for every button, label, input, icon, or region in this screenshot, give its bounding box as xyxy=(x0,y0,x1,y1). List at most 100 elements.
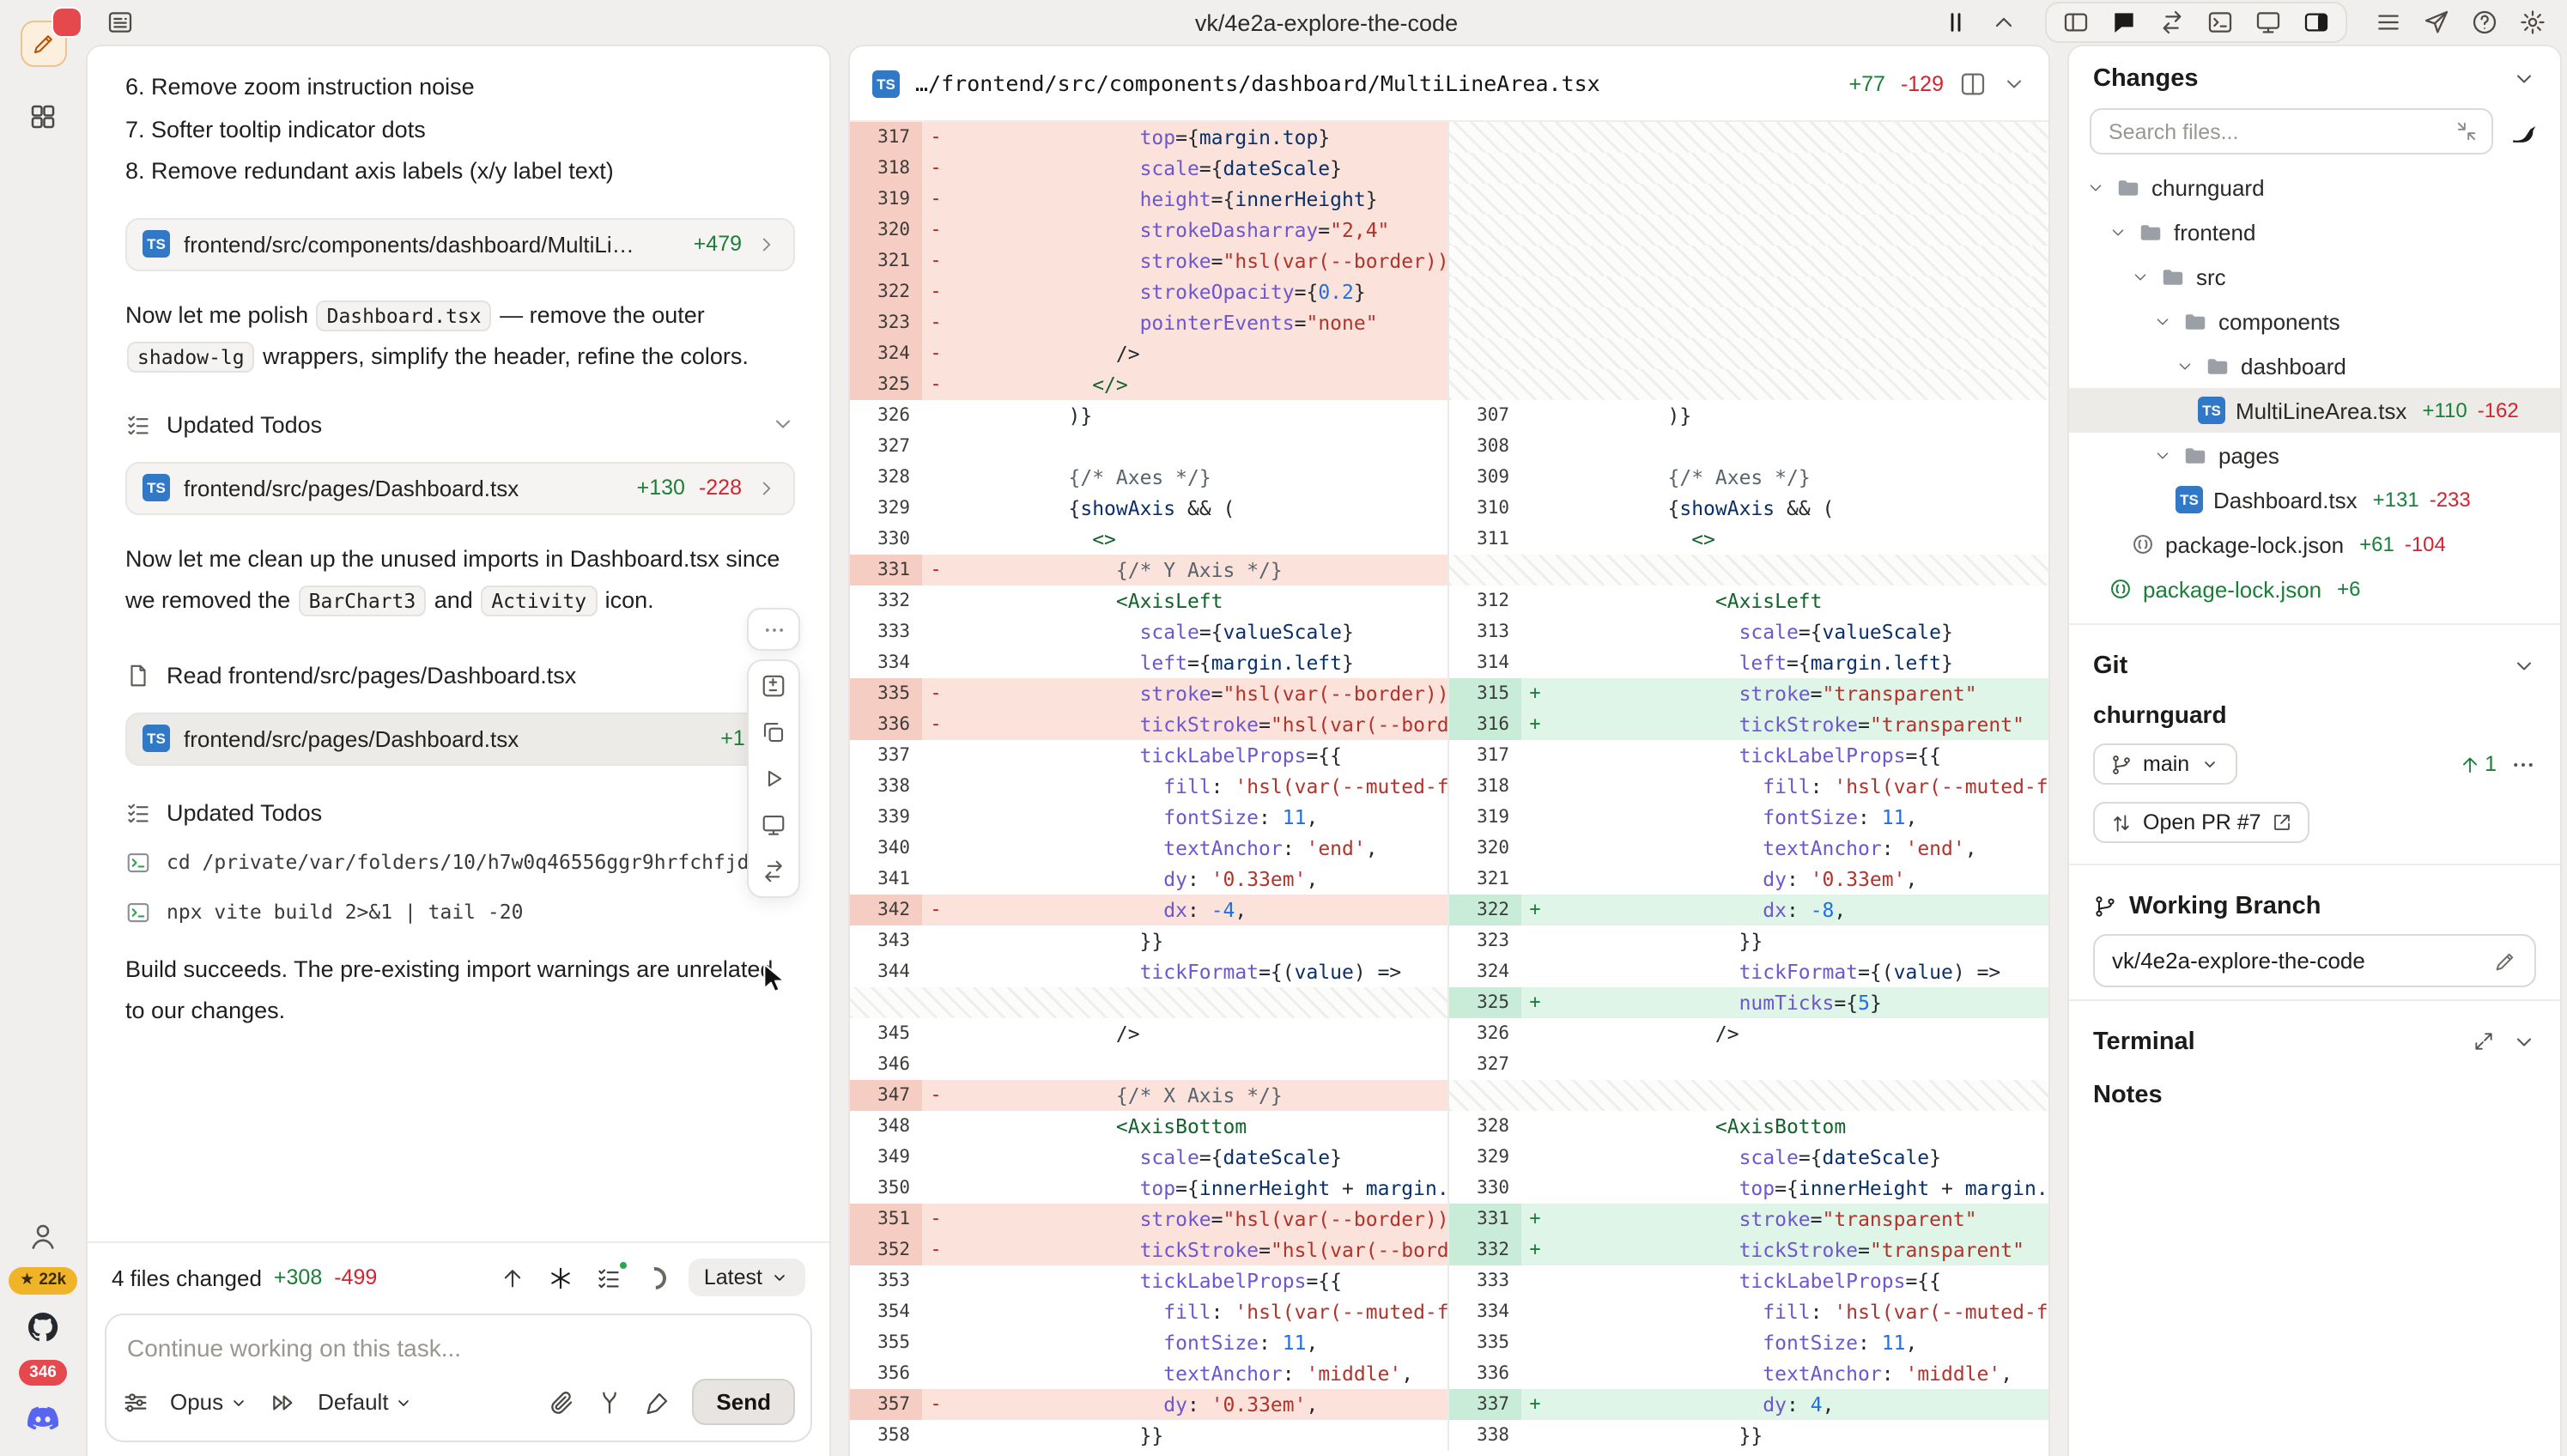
bird-icon[interactable] xyxy=(2509,116,2540,147)
diff-marker xyxy=(1521,1358,1549,1389)
app-tab-sketch[interactable] xyxy=(20,21,66,67)
panel-right-icon[interactable] xyxy=(2303,9,2330,36)
tree-item-dashboard-tsx[interactable]: TSDashboard.tsx+131-233 xyxy=(2069,477,2560,522)
todos-status-button[interactable] xyxy=(596,1265,622,1290)
more-actions-button[interactable] xyxy=(747,608,800,651)
diff-marker xyxy=(922,1358,950,1389)
updated-todos-row[interactable]: Updated Todos xyxy=(125,411,795,437)
line-number: 331 xyxy=(850,555,922,585)
file-chip-dashboard-1[interactable]: TS frontend/src/pages/Dashboard.tsx +130… xyxy=(125,461,795,514)
share-icon[interactable] xyxy=(2423,9,2450,36)
tree-item-frontend[interactable]: frontend xyxy=(2069,209,2560,254)
more-options-icon[interactable] xyxy=(2510,751,2536,777)
code-line xyxy=(1549,431,2048,462)
git-compare-icon[interactable] xyxy=(761,858,786,884)
panel-left-icon[interactable] xyxy=(2062,9,2090,36)
code-line: scale={valueScale} xyxy=(1549,616,2048,647)
tree-item-churnguard[interactable]: churnguard xyxy=(2069,165,2560,209)
line-number xyxy=(1449,276,1521,307)
tree-item-pages[interactable]: pages xyxy=(2069,433,2560,477)
collapse-all-icon[interactable] xyxy=(2455,120,2478,143)
working-branch-title: Working Branch xyxy=(2129,893,2321,920)
branch-selector[interactable]: main xyxy=(2093,743,2237,785)
tree-item-components[interactable]: components xyxy=(2069,299,2560,343)
read-file-row[interactable]: Read frontend/src/pages/Dashboard.tsx xyxy=(125,662,795,688)
tree-item-multilinearea-tsx[interactable]: TSMultiLineArea.tsx+110-162 xyxy=(2069,388,2560,433)
sliders-icon[interactable] xyxy=(122,1388,149,1416)
chevron-down-icon[interactable] xyxy=(2512,1030,2536,1054)
updated-todos-row[interactable]: Updated Todos xyxy=(125,799,795,825)
chevron-down-icon xyxy=(2153,446,2172,464)
latest-dropdown[interactable]: Latest xyxy=(689,1259,805,1296)
slingshot-icon[interactable] xyxy=(596,1388,623,1416)
tree-item-src[interactable]: src xyxy=(2069,254,2560,299)
chevron-down-icon[interactable] xyxy=(771,412,795,436)
account-icon[interactable] xyxy=(27,1221,58,1252)
chevron-down-icon[interactable] xyxy=(2512,654,2536,678)
diff-row: 324- /> xyxy=(850,338,2048,369)
tree-item-package-lock-json[interactable]: package-lock.json+6 xyxy=(2069,567,2560,611)
tree-item-package-lock-json[interactable]: package-lock.json+61-104 xyxy=(2069,522,2560,567)
fast-forward-icon[interactable] xyxy=(270,1388,297,1416)
code-line: top={margin.top} xyxy=(950,122,1447,153)
pen-icon[interactable] xyxy=(644,1388,671,1416)
mode-dropdown[interactable]: Default xyxy=(318,1389,414,1415)
patch-icon[interactable] xyxy=(761,673,786,699)
open-pr-button[interactable]: Open PR #7 xyxy=(2093,802,2309,843)
git-section-header[interactable]: Git xyxy=(2069,637,2560,690)
news-icon[interactable] xyxy=(106,9,134,36)
model-dropdown[interactable]: Opus xyxy=(170,1389,249,1415)
file-chip-dashboard-2[interactable]: TS frontend/src/pages/Dashboard.tsx +1 -… xyxy=(125,712,795,765)
diff-marker xyxy=(922,1420,950,1451)
tree-item-dashboard[interactable]: dashboard xyxy=(2069,343,2560,388)
terminal-section-header[interactable]: Terminal xyxy=(2069,1013,2560,1066)
shell-command-row[interactable]: cd /private/var/folders/10/h7w0q46556ggr… xyxy=(125,849,795,875)
help-icon[interactable] xyxy=(2471,9,2498,36)
monitor-icon[interactable] xyxy=(2254,9,2282,36)
diff-row: 356 textAnchor: 'middle',336 textAnchor:… xyxy=(850,1358,2048,1389)
edit-pencil-icon[interactable] xyxy=(2493,949,2517,973)
diff-marker xyxy=(1521,1296,1549,1327)
github-icon[interactable] xyxy=(26,1309,60,1344)
file-chip-multilinearea[interactable]: TS frontend/src/components/dashboard/Mul… xyxy=(125,217,795,270)
apps-grid-icon[interactable] xyxy=(27,101,58,132)
expand-icon[interactable] xyxy=(2473,1030,2495,1053)
left-rail: ★ 22k 346 xyxy=(0,0,86,1456)
removed-count: -129 xyxy=(1901,71,1944,95)
diff-marker xyxy=(922,524,950,555)
line-number: 355 xyxy=(850,1327,922,1358)
chat-bubble-icon[interactable] xyxy=(2110,9,2138,36)
line-number: 329 xyxy=(850,493,922,524)
split-view-icon[interactable] xyxy=(1959,70,1987,97)
code-line: stroke="transparent" xyxy=(1549,678,2048,709)
code-line xyxy=(1549,1049,2048,1080)
working-branch-field[interactable]: vk/4e2a-explore-the-code xyxy=(2093,934,2536,987)
play-icon[interactable] xyxy=(761,766,786,792)
working-branch-header: Working Branch xyxy=(2069,877,2560,931)
git-compare-icon[interactable] xyxy=(2158,9,2186,36)
pause-icon[interactable] xyxy=(1942,9,1969,36)
chevron-down-icon[interactable] xyxy=(2512,67,2536,91)
search-input[interactable] xyxy=(2105,118,2445,145)
discord-icon[interactable] xyxy=(26,1401,60,1435)
attachment-icon[interactable] xyxy=(548,1388,575,1416)
monitor-icon[interactable] xyxy=(761,812,786,838)
diff-marker: - xyxy=(922,307,950,338)
notes-section-header[interactable]: Notes xyxy=(2069,1066,2560,1119)
terminal-icon[interactable] xyxy=(2206,9,2234,36)
chat-input[interactable] xyxy=(106,1315,810,1372)
code-line: }} xyxy=(950,1420,1447,1451)
code-line: tickLabelProps={{ xyxy=(1549,1265,2048,1296)
spark-icon[interactable] xyxy=(548,1265,573,1290)
copy-icon[interactable] xyxy=(761,719,786,745)
ts-file-icon: TS xyxy=(872,70,900,97)
changes-section-header[interactable]: Changes xyxy=(2069,50,2560,103)
chevron-down-icon[interactable] xyxy=(2002,71,2026,95)
arrow-up-icon[interactable] xyxy=(500,1265,525,1290)
diff-marker xyxy=(1521,215,1549,246)
collapse-up-icon[interactable] xyxy=(1990,9,2018,36)
settings-gear-icon[interactable] xyxy=(2519,9,2546,36)
send-button[interactable]: Send xyxy=(692,1379,795,1425)
menu-icon[interactable] xyxy=(2375,9,2402,36)
shell-command-row[interactable]: npx vite build 2>&1 | tail -20 xyxy=(125,899,795,925)
